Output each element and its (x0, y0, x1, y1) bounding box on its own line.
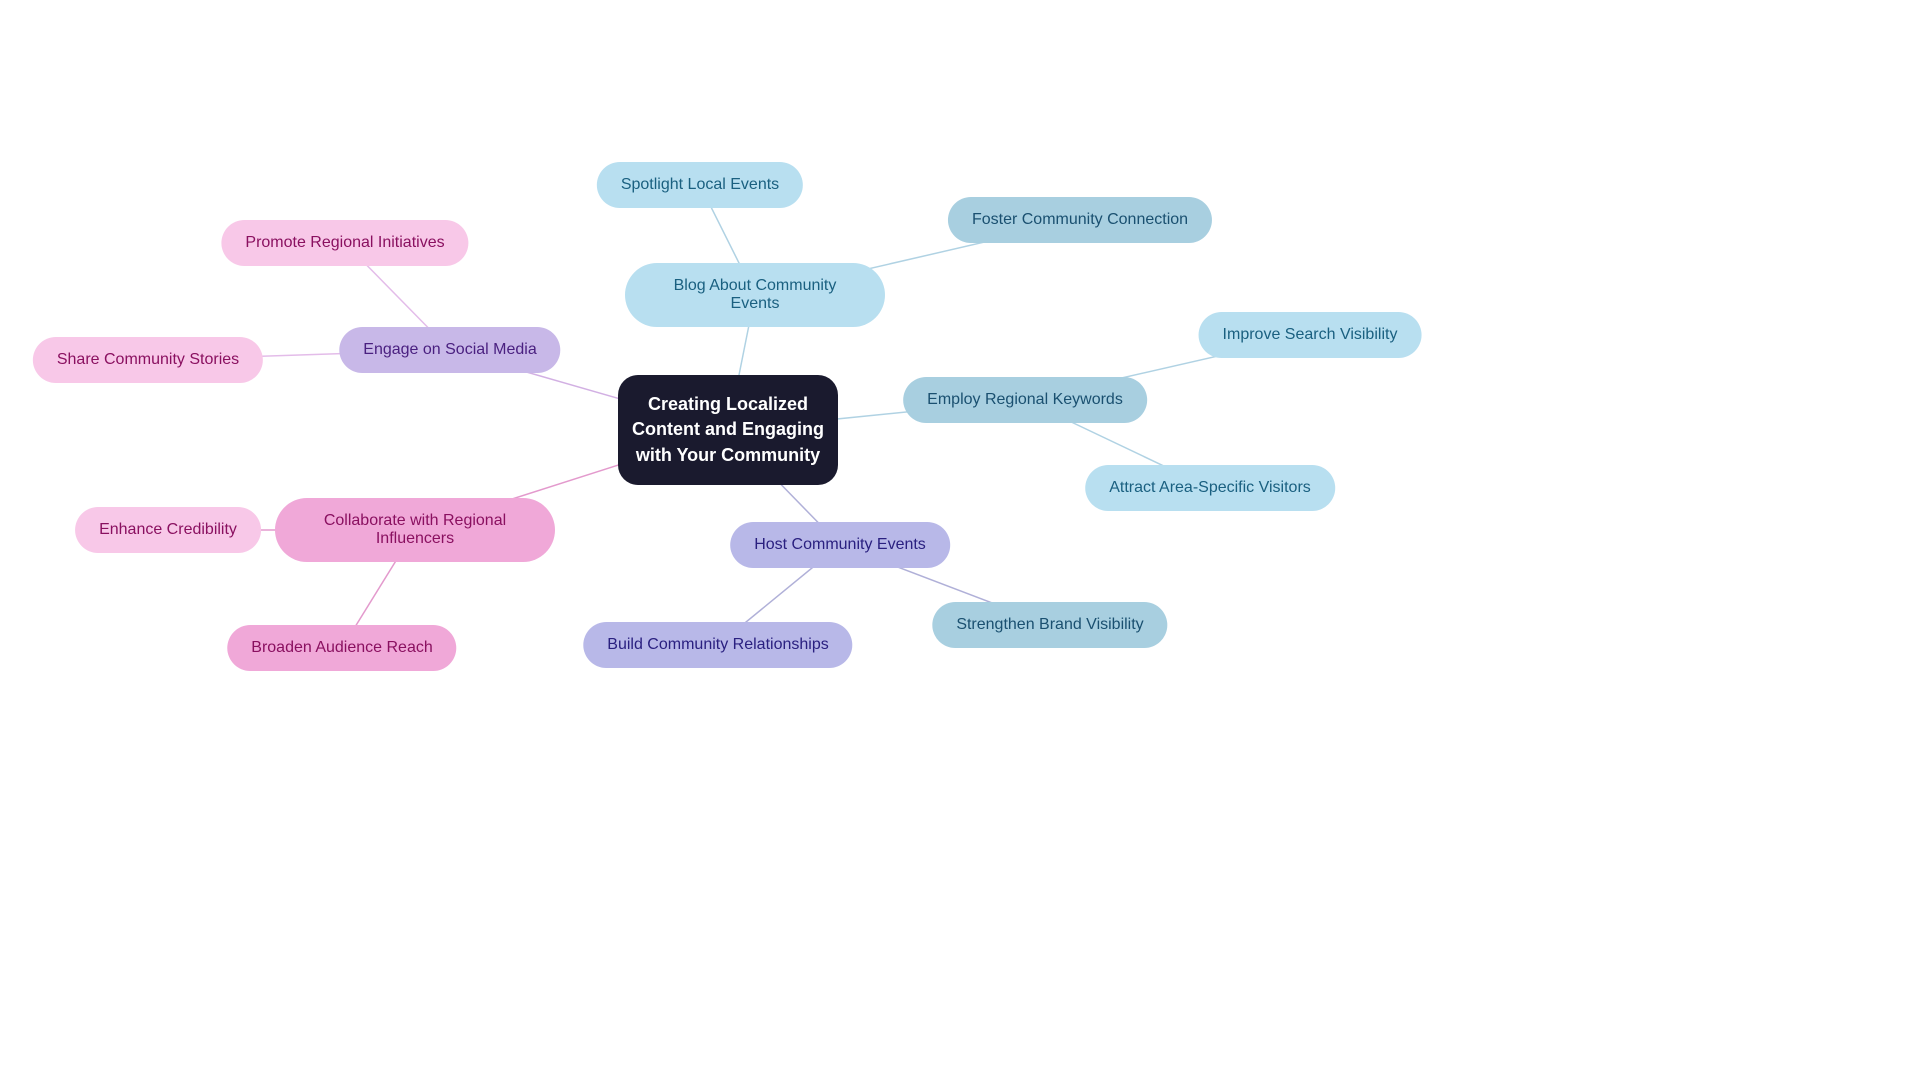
broaden-audience-node[interactable]: Broaden Audience Reach (227, 625, 456, 671)
collaborate-regional-node[interactable]: Collaborate with Regional Influencers (275, 498, 555, 562)
spotlight-local-events-node[interactable]: Spotlight Local Events (597, 162, 803, 208)
enhance-credibility-node[interactable]: Enhance Credibility (75, 507, 261, 553)
strengthen-brand-node[interactable]: Strengthen Brand Visibility (932, 602, 1167, 648)
build-community-relationships-node[interactable]: Build Community Relationships (583, 622, 852, 668)
attract-area-specific-node[interactable]: Attract Area-Specific Visitors (1085, 465, 1335, 511)
blog-about-community-node[interactable]: Blog About Community Events (625, 263, 885, 327)
center-node[interactable]: Creating Localized Content and Engaging … (618, 375, 838, 485)
engage-social-media-node[interactable]: Engage on Social Media (339, 327, 560, 373)
host-community-events-node[interactable]: Host Community Events (730, 522, 950, 568)
employ-regional-keywords-node[interactable]: Employ Regional Keywords (903, 377, 1147, 423)
promote-regional-node[interactable]: Promote Regional Initiatives (221, 220, 468, 266)
mind-map-container: Creating Localized Content and Engaging … (0, 0, 1920, 1083)
improve-search-visibility-node[interactable]: Improve Search Visibility (1199, 312, 1422, 358)
share-community-stories-node[interactable]: Share Community Stories (33, 337, 263, 383)
foster-community-node[interactable]: Foster Community Connection (948, 197, 1212, 243)
